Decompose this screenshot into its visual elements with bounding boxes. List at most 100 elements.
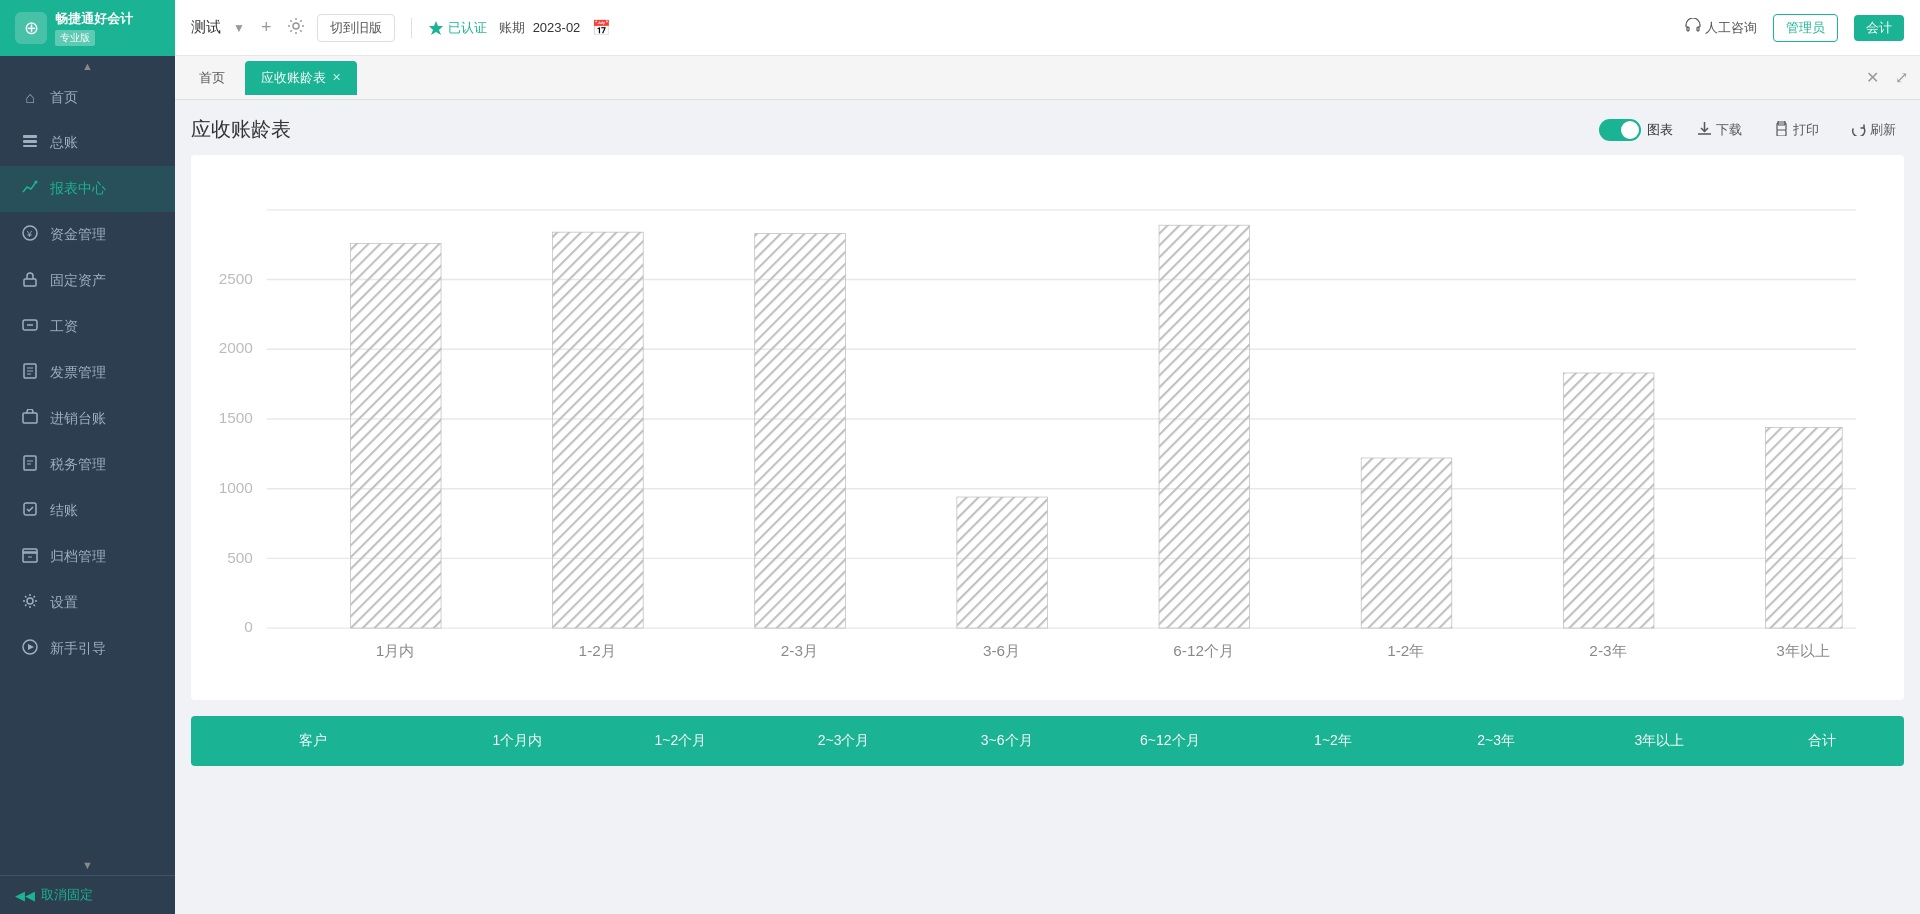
sidebar-item-archive[interactable]: 归档管理 [0, 534, 175, 580]
sidebar-item-close-accounts[interactable]: 结账 [0, 488, 175, 534]
calendar-icon[interactable]: 📅 [592, 19, 611, 37]
svg-text:3-6月: 3-6月 [983, 642, 1020, 659]
add-project-button[interactable]: + [257, 17, 276, 38]
svg-text:2-3月: 2-3月 [781, 642, 818, 659]
bar-chart: 0 500 1000 1500 2000 2500 [211, 175, 1884, 677]
svg-text:1-2月: 1-2月 [579, 642, 616, 659]
archive-icon [20, 547, 40, 567]
scroll-down-indicator[interactable]: ▼ [0, 855, 175, 875]
page-title: 应收账龄表 [191, 116, 291, 143]
svg-point-3 [35, 181, 38, 184]
page-actions: 图表 下载 打印 [1599, 117, 1904, 143]
refresh-button[interactable]: 刷新 [1843, 117, 1904, 143]
toggle-knob [1621, 121, 1639, 139]
svg-text:¥: ¥ [26, 229, 33, 239]
svg-rect-0 [23, 135, 37, 138]
svg-text:2-3年: 2-3年 [1589, 642, 1626, 659]
project-dropdown-icon[interactable]: ▼ [233, 21, 245, 35]
guide-icon [20, 639, 40, 659]
reports-icon [20, 179, 40, 199]
tab-aging[interactable]: 应收账龄表 ✕ [245, 61, 357, 95]
expand-button[interactable]: ⤢ [1891, 64, 1912, 91]
svg-text:1000: 1000 [219, 479, 253, 496]
svg-rect-17 [23, 549, 37, 553]
sidebar-item-reports[interactable]: 报表中心 [0, 166, 175, 212]
svg-rect-1 [23, 140, 37, 143]
settings-button[interactable] [287, 17, 305, 39]
svg-rect-25 [1697, 27, 1699, 31]
sidebar-item-settings[interactable]: 设置 [0, 580, 175, 626]
app-name: 畅捷通好会计 [55, 10, 133, 28]
sidebar-item-assets[interactable]: 固定资产 [0, 258, 175, 304]
svg-text:2500: 2500 [219, 270, 253, 287]
pin-icon: ◀◀ [15, 888, 35, 903]
svg-rect-46 [755, 234, 846, 629]
col-3-6month: 3~6个月 [925, 716, 1088, 766]
chart-toggle[interactable] [1599, 119, 1641, 141]
topbar-divider [411, 18, 412, 38]
svg-point-19 [27, 598, 33, 604]
svg-text:6-12个月: 6-12个月 [1173, 642, 1234, 659]
assets-icon [20, 271, 40, 291]
svg-rect-48 [957, 497, 1048, 628]
print-button[interactable]: 打印 [1766, 117, 1827, 143]
col-6-12month: 6~12个月 [1088, 716, 1251, 766]
svg-rect-2 [23, 145, 37, 147]
sidebar-item-wages[interactable]: 工资 [0, 304, 175, 350]
svg-rect-24 [1687, 27, 1689, 31]
col-1-2month: 1~2个月 [599, 716, 762, 766]
scroll-up-indicator[interactable]: ▲ [0, 56, 175, 76]
funds-icon: ¥ [20, 225, 40, 245]
col-total: 合计 [1741, 716, 1904, 766]
svg-rect-52 [1361, 458, 1452, 628]
sidebar-item-inventory[interactable]: 进销台账 [0, 396, 175, 442]
svg-point-22 [293, 23, 299, 29]
user-button[interactable]: 管理员 [1773, 14, 1838, 42]
service-button[interactable]: 人工咨询 [1685, 18, 1757, 37]
sidebar-item-home[interactable]: ⌂ 首页 [0, 76, 175, 120]
tabbar-actions: ✕ ⤢ [1862, 64, 1912, 91]
chart-toggle-label: 图表 [1647, 121, 1673, 139]
svg-text:2000: 2000 [219, 339, 253, 356]
headset-icon [1685, 18, 1701, 37]
tab-home[interactable]: 首页 [183, 61, 241, 95]
svg-text:3年以上: 3年以上 [1776, 642, 1830, 659]
certified-badge: 已认证 [428, 19, 487, 37]
logo-text-wrap: 畅捷通好会计 专业版 [55, 10, 133, 46]
col-2-3year: 2~3年 [1415, 716, 1578, 766]
close-panel-button[interactable]: ✕ [1862, 64, 1883, 91]
svg-rect-44 [553, 232, 644, 628]
app-edition: 专业版 [55, 30, 95, 46]
sidebar-item-invoice[interactable]: 发票管理 [0, 350, 175, 396]
project-title: 测试 [191, 18, 221, 37]
tab-close-icon[interactable]: ✕ [332, 71, 341, 84]
svg-rect-6 [24, 279, 36, 286]
invoice-icon [20, 363, 40, 383]
tax-icon [20, 455, 40, 475]
sidebar-item-funds[interactable]: ¥ 资金管理 [0, 212, 175, 258]
col-1month: 1个月内 [436, 716, 599, 766]
tabbar: 首页 应收账龄表 ✕ ✕ ⤢ [175, 56, 1920, 100]
sidebar-nav: ⌂ 首页 总账 报表中心 ¥ 资金管理 [0, 76, 175, 855]
topbar: 测试 ▼ + 切到旧版 已认证 账期 2023-02 📅 [175, 0, 1920, 56]
download-button[interactable]: 下载 [1689, 117, 1750, 143]
topbar-right: 人工咨询 管理员 会计 [1685, 14, 1904, 42]
role-button[interactable]: 会计 [1854, 15, 1904, 41]
sidebar-item-tax[interactable]: 税务管理 [0, 442, 175, 488]
svg-text:1月内: 1月内 [376, 642, 415, 659]
cancel-fixed-button[interactable]: ◀◀ 取消固定 [0, 875, 175, 914]
refresh-icon [1851, 121, 1866, 139]
col-1-2year: 1~2年 [1251, 716, 1414, 766]
logo-icon: ⊕ [15, 12, 47, 44]
svg-marker-21 [28, 644, 34, 650]
download-icon [1697, 121, 1712, 139]
table-container: 客户 1个月内 1~2个月 2~3个月 3~6个月 6~12个月 1~2年 2~… [191, 716, 1904, 766]
svg-rect-14 [24, 456, 36, 470]
sidebar-item-guide[interactable]: 新手引导 [0, 626, 175, 672]
col-customer: 客户 [191, 716, 436, 766]
home-icon: ⌂ [20, 89, 40, 107]
sidebar-item-ledger[interactable]: 总账 [0, 120, 175, 166]
svg-rect-26 [1777, 130, 1786, 136]
main-area: 测试 ▼ + 切到旧版 已认证 账期 2023-02 📅 [175, 0, 1920, 914]
switch-old-button[interactable]: 切到旧版 [317, 14, 395, 42]
